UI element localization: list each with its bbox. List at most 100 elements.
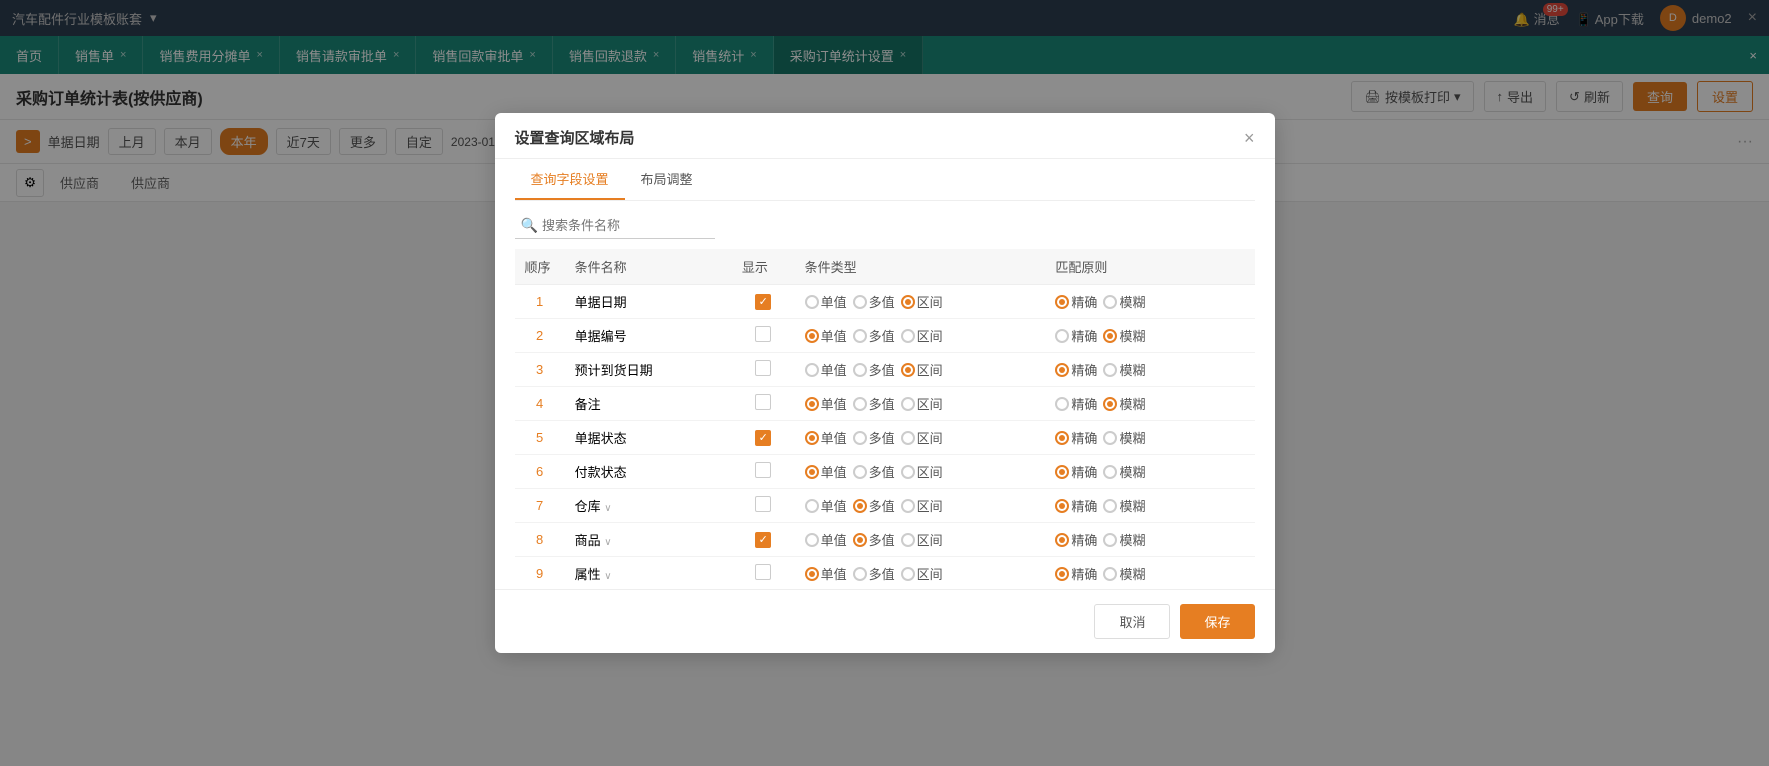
cell-show-3[interactable] <box>732 387 795 421</box>
cell-show-0[interactable] <box>732 285 795 319</box>
radio-fuzzy-1[interactable]: 模糊 <box>1103 326 1145 345</box>
radio-range-0[interactable]: 区间 <box>901 292 943 311</box>
cell-show-1[interactable] <box>732 319 795 353</box>
table-row: 2单据编号 单值 多值 区间 精确 <box>515 319 1255 353</box>
radio-dot-single-7 <box>805 533 819 547</box>
radio-multi-6[interactable]: 多值 <box>853 496 895 515</box>
radio-single-3[interactable]: 单值 <box>805 394 847 413</box>
radio-multi-8[interactable]: 多值 <box>853 564 895 583</box>
radio-fuzzy-5[interactable]: 模糊 <box>1103 462 1145 481</box>
radio-dot-exact-8 <box>1055 567 1069 581</box>
search-condition-box[interactable]: 🔍 <box>515 213 715 239</box>
cancel-button[interactable]: 取消 <box>1094 604 1170 639</box>
checkbox-unchecked-5[interactable] <box>755 462 771 478</box>
radio-multi-3[interactable]: 多值 <box>853 394 895 413</box>
checkbox-unchecked-1[interactable] <box>755 326 771 342</box>
radio-exact-1[interactable]: 精确 <box>1055 326 1097 345</box>
radio-dot-exact-1 <box>1055 329 1069 343</box>
checkbox-checked-4[interactable] <box>755 430 771 446</box>
tab-query-fields[interactable]: 查询字段设置 <box>515 159 625 200</box>
cell-name-8: 属性 ∨ <box>565 557 732 590</box>
table-row: 3预计到货日期 单值 多值 区间 精确 <box>515 353 1255 387</box>
radio-exact-4[interactable]: 精确 <box>1055 428 1097 447</box>
radio-exact-7[interactable]: 精确 <box>1055 530 1097 549</box>
radio-single-1[interactable]: 单值 <box>805 326 847 345</box>
radio-multi-0[interactable]: 多值 <box>853 292 895 311</box>
checkbox-checked-0[interactable] <box>755 294 771 310</box>
tab-layout[interactable]: 布局调整 <box>625 159 709 200</box>
cell-show-7[interactable] <box>732 523 795 557</box>
radio-exact-6[interactable]: 精确 <box>1055 496 1097 515</box>
settings-table-scroll[interactable]: 顺序 条件名称 显示 条件类型 匹配原则 1单据日期 单值 <box>515 249 1255 589</box>
radio-fuzzy-4[interactable]: 模糊 <box>1103 428 1145 447</box>
cell-show-5[interactable] <box>732 455 795 489</box>
radio-dot-exact-4 <box>1055 431 1069 445</box>
search-icon: 🔍 <box>521 217 538 234</box>
radio-range-3[interactable]: 区间 <box>901 394 943 413</box>
radio-fuzzy-7[interactable]: 模糊 <box>1103 530 1145 549</box>
radio-single-8[interactable]: 单值 <box>805 564 847 583</box>
modal-overlay: 设置查询区域布局 × 查询字段设置 布局调整 🔍 顺 <box>0 0 1769 766</box>
radio-exact-2[interactable]: 精确 <box>1055 360 1097 379</box>
cell-show-8[interactable] <box>732 557 795 590</box>
cell-match-3: 精确 模糊 <box>1045 387 1254 421</box>
radio-single-7[interactable]: 单值 <box>805 530 847 549</box>
radio-dot-exact-5 <box>1055 465 1069 479</box>
radio-fuzzy-0[interactable]: 模糊 <box>1103 292 1145 311</box>
radio-dot-fuzzy-1 <box>1103 329 1117 343</box>
radio-dot-exact-7 <box>1055 533 1069 547</box>
radio-dot-multi-1 <box>853 329 867 343</box>
radio-fuzzy-8[interactable]: 模糊 <box>1103 564 1145 583</box>
radio-single-6[interactable]: 单值 <box>805 496 847 515</box>
radio-dot-single-0 <box>805 295 819 309</box>
cell-match-8: 精确 模糊 <box>1045 557 1254 590</box>
cell-show-2[interactable] <box>732 353 795 387</box>
radio-range-4[interactable]: 区间 <box>901 428 943 447</box>
tab-layout-label: 布局调整 <box>641 172 693 187</box>
radio-dot-single-8 <box>805 567 819 581</box>
radio-exact-0[interactable]: 精确 <box>1055 292 1097 311</box>
radio-dot-range-6 <box>901 499 915 513</box>
radio-exact-5[interactable]: 精确 <box>1055 462 1097 481</box>
radio-range-2[interactable]: 区间 <box>901 360 943 379</box>
checkbox-unchecked-8[interactable] <box>755 564 771 580</box>
radio-fuzzy-6[interactable]: 模糊 <box>1103 496 1145 515</box>
radio-dot-range-1 <box>901 329 915 343</box>
radio-multi-5[interactable]: 多值 <box>853 462 895 481</box>
radio-fuzzy-3[interactable]: 模糊 <box>1103 394 1145 413</box>
radio-multi-1[interactable]: 多值 <box>853 326 895 345</box>
radio-dot-single-2 <box>805 363 819 377</box>
radio-multi-4[interactable]: 多值 <box>853 428 895 447</box>
radio-range-6[interactable]: 区间 <box>901 496 943 515</box>
radio-dot-range-5 <box>901 465 915 479</box>
cell-show-4[interactable] <box>732 421 795 455</box>
checkbox-checked-7[interactable] <box>755 532 771 548</box>
radio-range-1[interactable]: 区间 <box>901 326 943 345</box>
table-row: 7仓库 ∨ 单值 多值 区间 精确 <box>515 489 1255 523</box>
dialog-tabs: 查询字段设置 布局调整 <box>515 159 1255 201</box>
cell-show-6[interactable] <box>732 489 795 523</box>
search-condition-input[interactable] <box>542 218 702 233</box>
radio-single-2[interactable]: 单值 <box>805 360 847 379</box>
radio-exact-8[interactable]: 精确 <box>1055 564 1097 583</box>
dialog-footer: 取消 保存 <box>495 589 1275 653</box>
radio-dot-multi-5 <box>853 465 867 479</box>
radio-range-5[interactable]: 区间 <box>901 462 943 481</box>
radio-range-7[interactable]: 区间 <box>901 530 943 549</box>
cell-match-6: 精确 模糊 <box>1045 489 1254 523</box>
radio-single-4[interactable]: 单值 <box>805 428 847 447</box>
dialog-close-button[interactable]: × <box>1244 129 1255 147</box>
table-row: 6付款状态 单值 多值 区间 精确 <box>515 455 1255 489</box>
checkbox-unchecked-3[interactable] <box>755 394 771 410</box>
cell-match-4: 精确 模糊 <box>1045 421 1254 455</box>
checkbox-unchecked-6[interactable] <box>755 496 771 512</box>
radio-multi-2[interactable]: 多值 <box>853 360 895 379</box>
radio-multi-7[interactable]: 多值 <box>853 530 895 549</box>
radio-fuzzy-2[interactable]: 模糊 <box>1103 360 1145 379</box>
save-button[interactable]: 保存 <box>1180 604 1254 639</box>
radio-single-0[interactable]: 单值 <box>805 292 847 311</box>
radio-range-8[interactable]: 区间 <box>901 564 943 583</box>
radio-exact-3[interactable]: 精确 <box>1055 394 1097 413</box>
radio-single-5[interactable]: 单值 <box>805 462 847 481</box>
checkbox-unchecked-2[interactable] <box>755 360 771 376</box>
